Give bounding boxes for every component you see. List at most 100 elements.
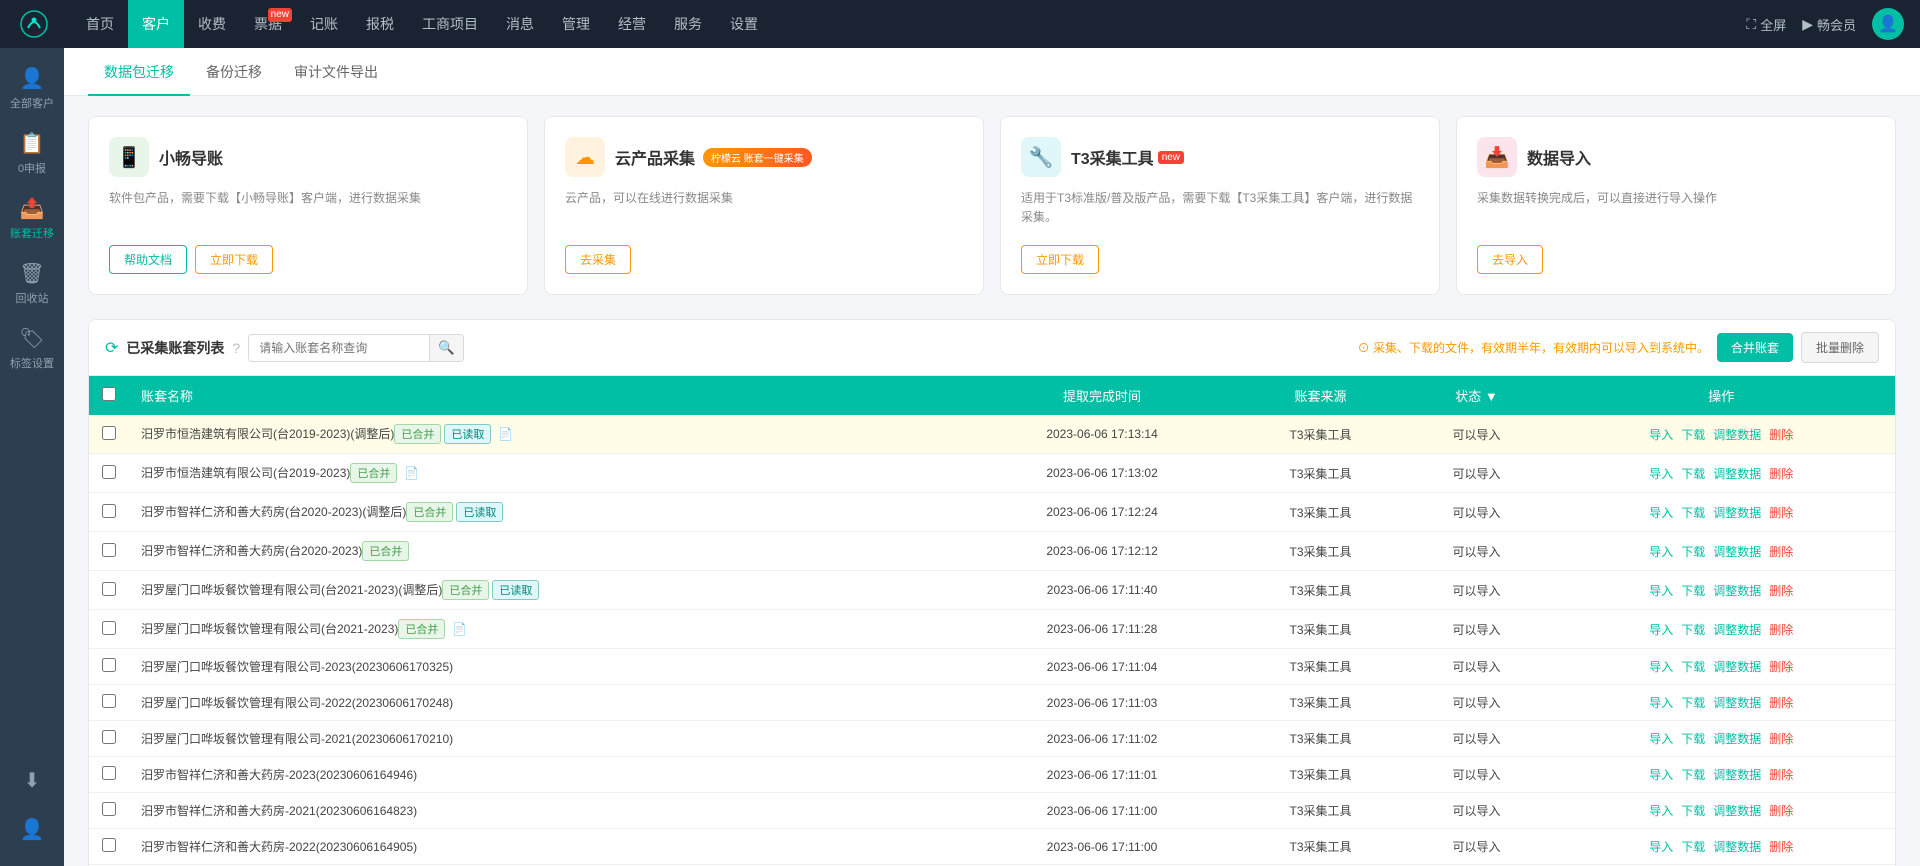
sidebar-download-btn[interactable]: ⬇ — [16, 760, 49, 801]
nav-item-business[interactable]: 工商项目 — [408, 0, 492, 48]
action-调整数据[interactable]: 调整数据 — [1713, 467, 1761, 481]
file-icon[interactable]: 📄 — [404, 466, 419, 480]
action-删除[interactable]: 删除 — [1769, 768, 1793, 782]
action-导入[interactable]: 导入 — [1649, 623, 1673, 637]
action-下载[interactable]: 下载 — [1681, 545, 1705, 559]
action-导入[interactable]: 导入 — [1649, 840, 1673, 854]
row-checkbox[interactable] — [102, 504, 116, 518]
action-删除[interactable]: 删除 — [1769, 660, 1793, 674]
action-导入[interactable]: 导入 — [1649, 584, 1673, 598]
t3-download-btn[interactable]: 立即下载 — [1021, 245, 1099, 274]
action-下载[interactable]: 下载 — [1681, 584, 1705, 598]
action-导入[interactable]: 导入 — [1649, 732, 1673, 746]
action-调整数据[interactable]: 调整数据 — [1713, 804, 1761, 818]
action-下载[interactable]: 下载 — [1681, 506, 1705, 520]
row-checkbox[interactable] — [102, 426, 116, 440]
nav-item-home[interactable]: 首页 — [72, 0, 128, 48]
action-导入[interactable]: 导入 — [1649, 545, 1673, 559]
action-删除[interactable]: 删除 — [1769, 804, 1793, 818]
download-now-btn[interactable]: 立即下载 — [195, 245, 273, 274]
action-下载[interactable]: 下载 — [1681, 804, 1705, 818]
action-导入[interactable]: 导入 — [1649, 768, 1673, 782]
tab-audit-export[interactable]: 审计文件导出 — [278, 50, 394, 96]
action-下载[interactable]: 下载 — [1681, 660, 1705, 674]
action-删除[interactable]: 删除 — [1769, 545, 1793, 559]
row-checkbox[interactable] — [102, 621, 116, 635]
action-导入[interactable]: 导入 — [1649, 696, 1673, 710]
action-调整数据[interactable]: 调整数据 — [1713, 660, 1761, 674]
nav-item-operation[interactable]: 经营 — [604, 0, 660, 48]
nav-item-customer[interactable]: 客户 — [128, 0, 184, 48]
action-删除[interactable]: 删除 — [1769, 428, 1793, 442]
action-调整数据[interactable]: 调整数据 — [1713, 732, 1761, 746]
sidebar-item-trash[interactable]: 🗑 回收站 — [0, 251, 64, 316]
action-下载[interactable]: 下载 — [1681, 768, 1705, 782]
row-checkbox[interactable] — [102, 730, 116, 744]
action-下载[interactable]: 下载 — [1681, 428, 1705, 442]
nav-item-fee[interactable]: 收费 — [184, 0, 240, 48]
nav-item-service[interactable]: 服务 — [660, 0, 716, 48]
fullscreen-btn[interactable]: ⛶ 全屏 — [1746, 15, 1786, 34]
member-btn[interactable]: ▶ 畅会员 — [1802, 15, 1856, 34]
sidebar-user-btn[interactable]: 👤 — [12, 809, 53, 850]
select-all-checkbox[interactable] — [102, 387, 116, 401]
row-checkbox[interactable] — [102, 802, 116, 816]
action-删除[interactable]: 删除 — [1769, 584, 1793, 598]
action-删除[interactable]: 删除 — [1769, 623, 1793, 637]
help-doc-btn[interactable]: 帮助文档 — [109, 245, 187, 274]
sidebar-item-tag-settings[interactable]: 🏷 标签设置 — [0, 316, 64, 381]
row-checkbox[interactable] — [102, 658, 116, 672]
action-导入[interactable]: 导入 — [1649, 428, 1673, 442]
action-删除[interactable]: 删除 — [1769, 732, 1793, 746]
action-下载[interactable]: 下载 — [1681, 732, 1705, 746]
go-import-btn[interactable]: 去导入 — [1477, 245, 1543, 274]
nav-item-settings[interactable]: 设置 — [716, 0, 772, 48]
nav-item-manage[interactable]: 管理 — [548, 0, 604, 48]
file-icon[interactable]: 📄 — [498, 427, 513, 441]
action-删除[interactable]: 删除 — [1769, 696, 1793, 710]
action-导入[interactable]: 导入 — [1649, 660, 1673, 674]
row-checkbox[interactable] — [102, 465, 116, 479]
action-调整数据[interactable]: 调整数据 — [1713, 623, 1761, 637]
action-删除[interactable]: 删除 — [1769, 840, 1793, 854]
tab-backup-migration[interactable]: 备份迁移 — [190, 50, 278, 96]
action-调整数据[interactable]: 调整数据 — [1713, 428, 1761, 442]
help-icon[interactable]: ? — [232, 340, 240, 356]
nav-item-message[interactable]: 消息 — [492, 0, 548, 48]
action-调整数据[interactable]: 调整数据 — [1713, 506, 1761, 520]
merge-account-btn[interactable]: 合并账套 — [1717, 333, 1793, 362]
action-调整数据[interactable]: 调整数据 — [1713, 696, 1761, 710]
sidebar-item-all-customers[interactable]: 👤 全部客户 — [0, 56, 64, 121]
nav-item-tax[interactable]: 报税 — [352, 0, 408, 48]
action-调整数据[interactable]: 调整数据 — [1713, 840, 1761, 854]
sidebar-item-zero-report[interactable]: 📋 0申报 — [0, 121, 64, 186]
action-下载[interactable]: 下载 — [1681, 623, 1705, 637]
action-导入[interactable]: 导入 — [1649, 467, 1673, 481]
action-导入[interactable]: 导入 — [1649, 506, 1673, 520]
search-input[interactable] — [249, 336, 429, 360]
refresh-icon[interactable]: ⟳ — [105, 338, 118, 358]
row-checkbox[interactable] — [102, 694, 116, 708]
action-删除[interactable]: 删除 — [1769, 506, 1793, 520]
row-checkbox[interactable] — [102, 543, 116, 557]
action-下载[interactable]: 下载 — [1681, 696, 1705, 710]
action-调整数据[interactable]: 调整数据 — [1713, 545, 1761, 559]
action-下载[interactable]: 下载 — [1681, 840, 1705, 854]
go-collect-btn[interactable]: 去采集 — [565, 245, 631, 274]
action-导入[interactable]: 导入 — [1649, 804, 1673, 818]
action-删除[interactable]: 删除 — [1769, 467, 1793, 481]
avatar[interactable]: 👤 — [1872, 8, 1904, 40]
action-调整数据[interactable]: 调整数据 — [1713, 768, 1761, 782]
sidebar-item-account-migration[interactable]: 📤 账套迁移 — [0, 186, 64, 251]
tab-data-migration[interactable]: 数据包迁移 — [88, 50, 190, 96]
row-checkbox[interactable] — [102, 766, 116, 780]
batch-delete-btn[interactable]: 批量删除 — [1801, 332, 1879, 363]
row-checkbox[interactable] — [102, 582, 116, 596]
search-btn[interactable]: 🔍 — [429, 335, 463, 361]
nav-item-invoice[interactable]: 票据new — [240, 0, 296, 48]
row-checkbox[interactable] — [102, 838, 116, 852]
action-调整数据[interactable]: 调整数据 — [1713, 584, 1761, 598]
action-下载[interactable]: 下载 — [1681, 467, 1705, 481]
nav-item-bookkeeping[interactable]: 记账 — [296, 0, 352, 48]
file-icon[interactable]: 📄 — [452, 622, 467, 636]
